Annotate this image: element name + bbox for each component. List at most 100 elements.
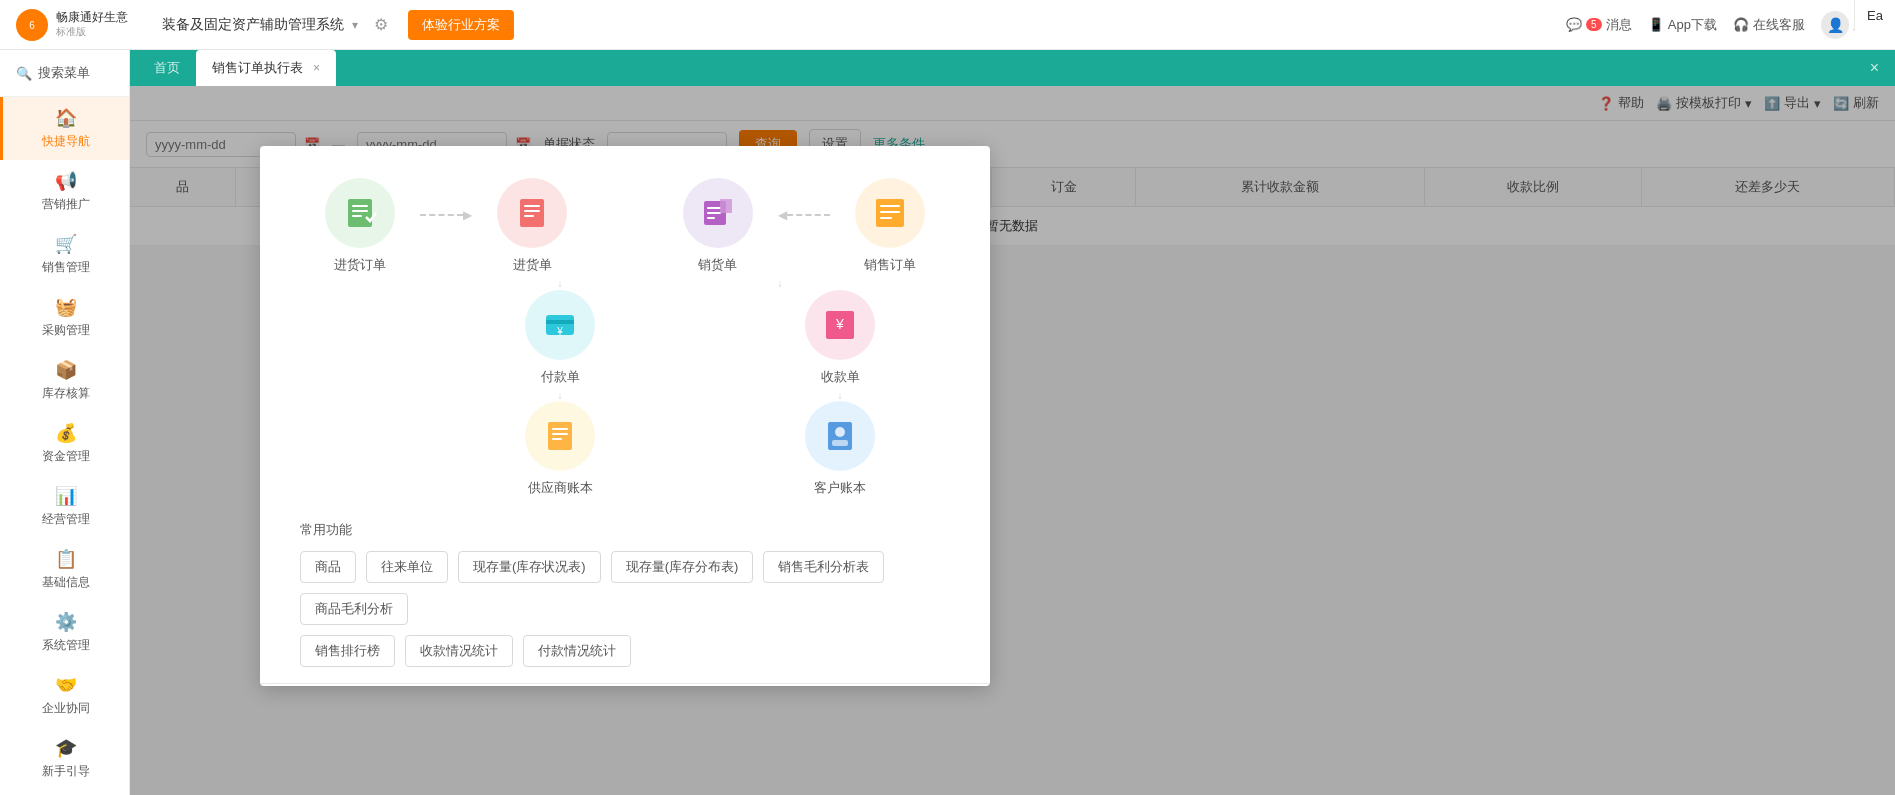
settings-icon[interactable]: ⚙ [374, 15, 388, 34]
flow-node-supplier-book[interactable]: 供应商账本 [500, 401, 620, 497]
sidebar-item-purchase[interactable]: 🧺 采购管理 [0, 286, 129, 349]
marketing-icon: 📢 [55, 170, 77, 192]
purchase-order-circle [325, 178, 395, 248]
sales-bill-circle [683, 178, 753, 248]
system-icon: ⚙️ [55, 611, 77, 633]
func-btn-payment-stat[interactable]: 付款情况统计 [523, 635, 631, 667]
message-action[interactable]: 💬 5 消息 [1566, 16, 1632, 34]
svg-rect-16 [880, 205, 900, 207]
sidebar-item-label: 销售管理 [42, 259, 90, 276]
receipt-bill-circle: ¥ [805, 290, 875, 360]
sidebar-item-sales[interactable]: 🛒 销售管理 [0, 223, 129, 286]
func-btn-product-profit[interactable]: 商品毛利分析 [300, 593, 408, 625]
sidebar-item-label: 库存核算 [42, 385, 90, 402]
flow-col-5: ¥ 付款单 [500, 290, 620, 386]
system-title-area: 装备及固定资产辅助管理系统 ▾ ⚙ 体验行业方案 [146, 10, 1566, 40]
flow-node-purchase-order[interactable]: 进货订单 [300, 178, 420, 274]
sidebar-item-newbie[interactable]: 🎓 新手引导 [0, 727, 129, 790]
svg-rect-30 [832, 440, 848, 446]
func-row-1: 商品 往来单位 现存量(库存状况表) 现存量(库存分布表) 销售毛利分析表 商品… [300, 551, 950, 625]
svg-rect-14 [720, 199, 732, 213]
system-title: 装备及固定资产辅助管理系统 [162, 16, 344, 34]
flow-col-1: 进货订单 [300, 178, 420, 274]
modal-overlay: 进货订单 ▶ [130, 86, 1895, 795]
flow-node-sales-order[interactable]: 销售订单 [830, 178, 950, 274]
sidebar-item-basic-info[interactable]: 📋 基础信息 [0, 538, 129, 601]
flow-node-receipt-bill[interactable]: ¥ 收款单 [780, 290, 900, 386]
common-functions-title: 常用功能 [300, 521, 950, 539]
receipt-bill-label: 收款单 [821, 368, 860, 386]
func-btn-product[interactable]: 商品 [300, 551, 356, 583]
flow-col-7: 供应商账本 [500, 401, 620, 497]
func-btn-sales-rank[interactable]: 销售排行榜 [300, 635, 395, 667]
sales-bill-label: 销货单 [698, 256, 737, 274]
payment-bill-circle: ¥ [525, 290, 595, 360]
header-right: 💬 5 消息 📱 App下载 🎧 在线客服 👤 用户 [1566, 11, 1879, 39]
payment-bill-label: 付款单 [541, 368, 580, 386]
func-btn-sales-profit[interactable]: 销售毛利分析表 [763, 551, 884, 583]
sales-order-label: 销售订单 [864, 256, 916, 274]
dropdown-arrow-icon[interactable]: ▾ [352, 18, 358, 32]
arrow-1: ▶ [420, 208, 472, 222]
sidebar-search: 🔍 搜索菜单 [0, 50, 129, 97]
customer-book-circle [805, 401, 875, 471]
operations-icon: 📊 [55, 485, 77, 507]
svg-rect-18 [880, 217, 892, 219]
flow-node-purchase-bill[interactable]: 进货单 [472, 178, 592, 274]
online-service-action[interactable]: 🎧 在线客服 [1733, 16, 1805, 34]
purchase-bill-circle [497, 178, 567, 248]
logo-icon: 6 [16, 9, 48, 41]
scroll-area: ◀ ▶ [260, 683, 990, 686]
sidebar-item-system[interactable]: ⚙️ 系统管理 [0, 601, 129, 664]
experience-btn[interactable]: 体验行业方案 [408, 10, 514, 40]
func-btn-stock-dist[interactable]: 现存量(库存分布表) [611, 551, 754, 583]
flow-node-payment-bill[interactable]: ¥ 付款单 [500, 290, 620, 386]
svg-rect-17 [880, 211, 900, 213]
supplier-book-circle [525, 401, 595, 471]
purchase-order-label: 进货订单 [334, 256, 386, 274]
sidebar-item-enterprise[interactable]: 🤝 企业协同 [0, 664, 129, 727]
svg-rect-26 [552, 433, 568, 435]
func-btn-partner[interactable]: 往来单位 [366, 551, 448, 583]
purchase-icon: 🧺 [55, 296, 77, 318]
sidebar-item-label: 系统管理 [42, 637, 90, 654]
main-layout: 🔍 搜索菜单 🏠 快捷导航 📢 营销推广 🛒 销售管理 🧺 采购管理 📦 库存核… [0, 50, 1895, 795]
customer-book-label: 客户账本 [814, 479, 866, 497]
svg-rect-4 [352, 210, 368, 212]
home-icon: 🏠 [55, 107, 77, 129]
sales-icon: 🛒 [55, 233, 77, 255]
content-area: 首页 销售订单执行表 × × ❓ 帮助 🖨️ 按模板打印 ▾ [130, 50, 1895, 795]
page-content: ❓ 帮助 🖨️ 按模板打印 ▾ ⬆️ 导出 ▾ 🔄 刷新 [130, 86, 1895, 795]
sidebar-item-quick-nav[interactable]: 🏠 快捷导航 [0, 97, 129, 160]
svg-rect-5 [352, 215, 362, 217]
search-menu-btn[interactable]: 🔍 搜索菜单 [8, 60, 121, 86]
tab-sales-order[interactable]: 销售订单执行表 × [196, 50, 336, 86]
sidebar-item-marketing[interactable]: 📢 营销推广 [0, 160, 129, 223]
sidebar-item-finance[interactable]: 💰 资金管理 [0, 412, 129, 475]
sidebar-item-label: 基础信息 [42, 574, 90, 591]
tab-bar-close-btn[interactable]: × [1862, 55, 1887, 81]
svg-rect-7 [524, 205, 540, 207]
func-btn-stock-status[interactable]: 现存量(库存状况表) [458, 551, 601, 583]
tab-home-label: 首页 [154, 59, 180, 77]
svg-rect-24 [548, 422, 572, 450]
app-download-action[interactable]: 📱 App下载 [1648, 16, 1717, 34]
svg-rect-27 [552, 438, 562, 440]
svg-rect-12 [707, 212, 721, 214]
flow-diagram: 进货订单 ▶ [300, 178, 950, 497]
tab-sales-order-label: 销售订单执行表 [212, 59, 303, 77]
search-menu-label: 搜索菜单 [38, 64, 90, 82]
logo-sub: 标准版 [56, 25, 128, 39]
enterprise-icon: 🤝 [55, 674, 77, 696]
sidebar-item-label: 资金管理 [42, 448, 90, 465]
basic-info-icon: 📋 [55, 548, 77, 570]
flow-node-customer-book[interactable]: 客户账本 [780, 401, 900, 497]
flow-node-sales-bill[interactable]: 销货单 [658, 178, 778, 274]
sidebar-item-inventory[interactable]: 📦 库存核算 [0, 349, 129, 412]
func-btn-receipt-stat[interactable]: 收款情况统计 [405, 635, 513, 667]
tab-close-icon[interactable]: × [313, 61, 320, 75]
logo-area: 6 畅康通好生意 标准版 [16, 9, 146, 41]
sidebar-item-operations[interactable]: 📊 经营管理 [0, 475, 129, 538]
tab-home[interactable]: 首页 [138, 50, 196, 86]
online-service-label: 在线客服 [1753, 16, 1805, 34]
